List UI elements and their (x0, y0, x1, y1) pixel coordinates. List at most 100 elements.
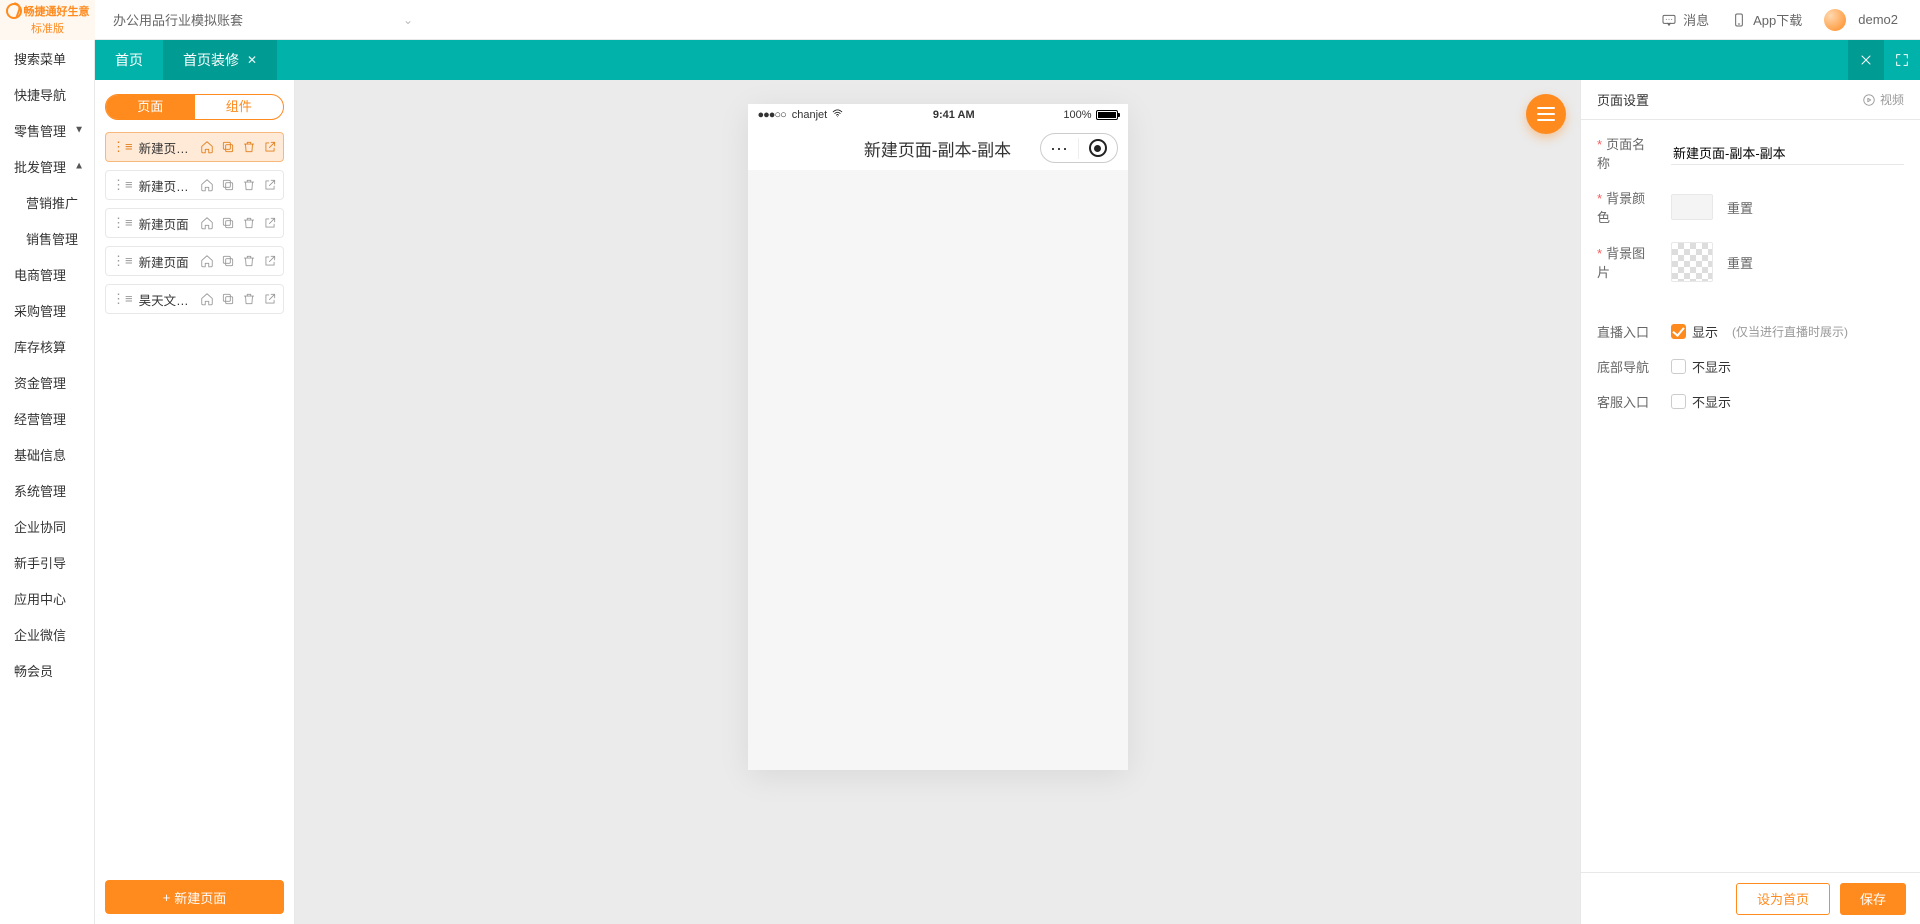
drag-icon[interactable]: ⋮≡ (112, 177, 133, 193)
sidebar-item-stock[interactable]: 库存核算 (0, 328, 94, 364)
sidebar-item-search[interactable]: 搜索菜单 (0, 40, 94, 76)
new-page-button[interactable]: +新建页面 (105, 880, 284, 914)
settings-title: 页面设置 (1597, 90, 1649, 109)
sidebar-item-retail[interactable]: 零售管理▼ (0, 112, 94, 148)
wifi-icon (831, 107, 844, 123)
phone-titlebar: 新建页面-副本-副本 ··· (748, 126, 1128, 170)
share-icon[interactable] (262, 292, 277, 307)
drag-icon[interactable]: ⋮≡ (112, 139, 133, 155)
page-list-item[interactable]: ⋮≡ 新建页面-副本-... (105, 132, 284, 162)
sidebar-item-apps[interactable]: 应用中心 (0, 580, 94, 616)
sidebar-item-enterprise[interactable]: 企业协同 (0, 508, 94, 544)
seg-component[interactable]: 组件 (195, 95, 284, 119)
sidebar-item-sales[interactable]: 销售管理 (0, 220, 94, 256)
chevron-down-icon: ⌄ (403, 13, 413, 27)
home-icon[interactable] (199, 140, 214, 155)
target-icon[interactable] (1079, 139, 1117, 157)
page-name-input[interactable] (1671, 141, 1904, 165)
topbar: 畅捷通好生意 标准版 办公用品行业模拟账套 ⌄ 消息 App下载 demo2 (0, 0, 1920, 40)
sidebar: 搜索菜单 快捷导航 零售管理▼ 批发管理▲ 营销推广 销售管理 电商管理 采购管… (0, 40, 95, 924)
brand-name: 畅捷通好生意 (24, 3, 90, 19)
sidebar-item-ecommerce[interactable]: 电商管理 (0, 256, 94, 292)
sidebar-item-wecom[interactable]: 企业微信 (0, 616, 94, 652)
signal-icon: ●●●○○ (758, 109, 786, 121)
logo[interactable]: 畅捷通好生意 标准版 (0, 0, 95, 40)
settings-panel: 页面设置 视频 *页面名称 *背景颜色 重置 (1580, 80, 1920, 924)
user-name: demo2 (1858, 12, 1898, 27)
share-icon[interactable] (262, 254, 277, 269)
sidebar-item-marketing[interactable]: 营销推广 (0, 184, 94, 220)
tab-home[interactable]: 首页 (95, 40, 163, 80)
set-home-button[interactable]: 设为首页 (1736, 883, 1830, 915)
tab-close-all-button[interactable] (1848, 40, 1884, 80)
sidebar-item-system[interactable]: 系统管理 (0, 472, 94, 508)
bgcolor-picker[interactable] (1671, 194, 1713, 220)
bgimage-reset[interactable]: 重置 (1727, 253, 1753, 272)
delete-icon[interactable] (241, 254, 256, 269)
home-icon[interactable] (199, 254, 214, 269)
sidebar-item-operation[interactable]: 经营管理 (0, 400, 94, 436)
phone-statusbar: ●●●○○ chanjet 9:41 AM 100% (748, 104, 1128, 126)
user-menu[interactable]: demo2 (1824, 9, 1898, 31)
page-list-item[interactable]: ⋮≡ 昊天文具店 (105, 284, 284, 314)
tab-strip: 首页 首页装修 ✕ (95, 40, 1920, 80)
delete-icon[interactable] (241, 216, 256, 231)
tab-page-editor[interactable]: 首页装修 ✕ (163, 40, 277, 80)
messages-button[interactable]: 消息 (1661, 10, 1709, 29)
sidebar-item-wholesale[interactable]: 批发管理▲ (0, 148, 94, 184)
pages-segment: 页面 组件 (105, 94, 284, 120)
phone-preview: ●●●○○ chanjet 9:41 AM 100% 新建页面-副本-副本 (748, 104, 1128, 770)
sidebar-item-quicknav[interactable]: 快捷导航 (0, 76, 94, 112)
close-icon[interactable]: ✕ (247, 53, 257, 67)
components-fab[interactable] (1526, 94, 1566, 134)
sidebar-item-purchase[interactable]: 采购管理 (0, 292, 94, 328)
drag-icon[interactable]: ⋮≡ (112, 291, 133, 307)
share-icon[interactable] (262, 140, 277, 155)
save-button[interactable]: 保存 (1840, 883, 1906, 915)
phone-page-title: 新建页面-副本-副本 (864, 136, 1011, 161)
copy-icon[interactable] (220, 292, 235, 307)
miniapp-capsule[interactable]: ··· (1040, 133, 1118, 163)
page-list-item[interactable]: ⋮≡ 新建页面 (105, 208, 284, 238)
live-show-checkbox[interactable]: 显示 (1671, 322, 1718, 341)
chevron-down-icon: ▼ (74, 125, 84, 136)
page-list-item[interactable]: ⋮≡ 新建页面-副本 (105, 170, 284, 200)
battery-icon (1096, 110, 1118, 120)
copy-icon[interactable] (220, 140, 235, 155)
delete-icon[interactable] (241, 140, 256, 155)
phone-body[interactable] (748, 170, 1128, 770)
account-set-select[interactable]: 办公用品行业模拟账套 ⌄ (113, 10, 413, 29)
fullscreen-button[interactable] (1884, 40, 1920, 80)
home-icon[interactable] (199, 216, 214, 231)
video-help-button[interactable]: 视频 (1862, 91, 1904, 108)
home-icon[interactable] (199, 178, 214, 193)
share-icon[interactable] (262, 178, 277, 193)
carrier-label: chanjet (792, 109, 827, 121)
avatar (1824, 9, 1846, 31)
page-list-item[interactable]: ⋮≡ 新建页面 (105, 246, 284, 276)
live-hint: (仅当进行直播时展示) (1732, 323, 1848, 340)
sidebar-item-basic[interactable]: 基础信息 (0, 436, 94, 472)
copy-icon[interactable] (220, 216, 235, 231)
bgimage-picker[interactable] (1671, 242, 1713, 282)
seg-page[interactable]: 页面 (106, 95, 195, 119)
service-checkbox[interactable]: 不显示 (1671, 392, 1731, 411)
copy-icon[interactable] (220, 178, 235, 193)
pages-panel: 页面 组件 ⋮≡ 新建页面-副本-... ⋮≡ 新建页面-副本 (95, 80, 295, 924)
drag-icon[interactable]: ⋮≡ (112, 253, 133, 269)
sidebar-item-guide[interactable]: 新手引导 (0, 544, 94, 580)
home-icon[interactable] (199, 292, 214, 307)
canvas: ●●●○○ chanjet 9:41 AM 100% 新建页面-副本-副本 (295, 80, 1580, 924)
account-set-name: 办公用品行业模拟账套 (113, 10, 243, 29)
sidebar-item-member[interactable]: 畅会员 (0, 652, 94, 688)
bgcolor-reset[interactable]: 重置 (1727, 198, 1753, 217)
delete-icon[interactable] (241, 178, 256, 193)
delete-icon[interactable] (241, 292, 256, 307)
more-icon[interactable]: ··· (1041, 138, 1079, 159)
sidebar-item-funds[interactable]: 资金管理 (0, 364, 94, 400)
share-icon[interactable] (262, 216, 277, 231)
copy-icon[interactable] (220, 254, 235, 269)
app-download-button[interactable]: App下载 (1731, 10, 1802, 29)
bottom-nav-checkbox[interactable]: 不显示 (1671, 357, 1731, 376)
drag-icon[interactable]: ⋮≡ (112, 215, 133, 231)
